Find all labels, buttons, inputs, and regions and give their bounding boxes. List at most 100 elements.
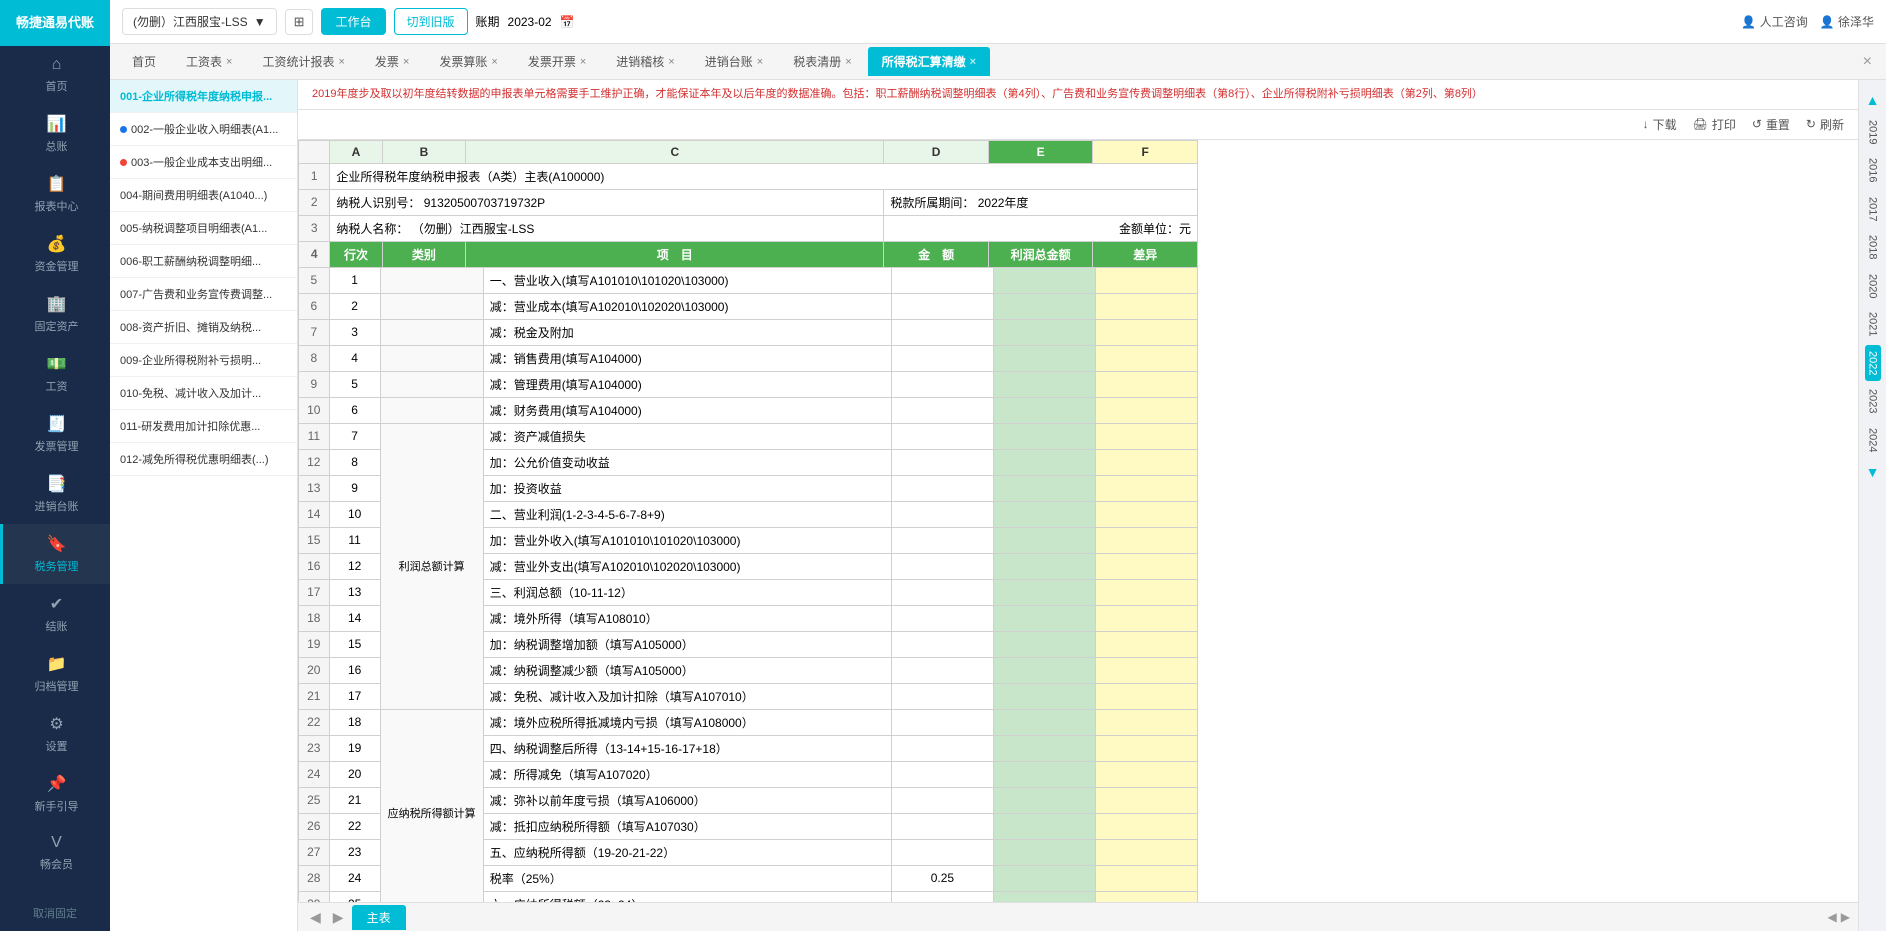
profit-cell[interactable] [993, 553, 1095, 579]
switch-old-button[interactable]: 切到旧版 [394, 8, 468, 35]
profit-cell[interactable] [993, 579, 1095, 605]
tab-payroll[interactable]: 工资表× [172, 47, 246, 76]
amount-cell[interactable] [891, 631, 993, 657]
diff-cell[interactable] [1095, 891, 1197, 902]
sidebar-item-settings[interactable]: ⚙ 设置 [0, 704, 110, 764]
diff-cell[interactable] [1095, 813, 1197, 839]
tab-sales-audit[interactable]: 进销稽核× [602, 47, 688, 76]
diff-cell[interactable] [1095, 839, 1197, 865]
diff-cell[interactable] [1095, 657, 1197, 683]
amount-cell[interactable] [891, 683, 993, 709]
reset-button[interactable]: ↺ 重置 [1752, 116, 1790, 133]
diff-cell[interactable] [1095, 865, 1197, 891]
table-row[interactable]: 117利润总额计算减：资产减值损失 [299, 423, 1198, 449]
print-icon-button[interactable]: ⊞ [285, 9, 314, 35]
diff-cell[interactable] [1095, 449, 1197, 475]
diff-cell[interactable] [1095, 293, 1197, 319]
amount-cell[interactable] [891, 475, 993, 501]
year-2017[interactable]: 2017 [1865, 191, 1881, 227]
sidebar-item-payroll[interactable]: 💵 工资 [0, 344, 110, 404]
tab-invoice-open[interactable]: 发票开票× [514, 47, 600, 76]
year-down-arrow[interactable]: ▼ [1862, 460, 1884, 484]
profit-cell[interactable] [993, 397, 1095, 423]
sidebar-item-asset[interactable]: 🏢 固定资产 [0, 284, 110, 344]
amount-cell[interactable] [891, 397, 993, 423]
tab-home[interactable]: 首页 [118, 47, 170, 76]
profit-cell[interactable] [993, 631, 1095, 657]
profit-cell[interactable] [993, 423, 1095, 449]
tab-close-icon[interactable]: × [757, 56, 763, 68]
list-item-012[interactable]: 012-减免所得税优惠明细表(...) [110, 443, 297, 476]
sheet-nav-right[interactable]: ▶ [329, 909, 348, 926]
profit-cell[interactable] [993, 709, 1095, 735]
tab-invoice[interactable]: 发票× [361, 47, 423, 76]
list-item-007[interactable]: 007-广告费和业务宣传费调整... [110, 278, 297, 311]
diff-cell[interactable] [1095, 709, 1197, 735]
list-item-005[interactable]: 005-纳税调整项目明细表(A1... [110, 212, 297, 245]
table-row[interactable]: 84减：销售费用(填写A104000) [299, 345, 1198, 371]
profit-cell[interactable] [993, 449, 1095, 475]
year-2020[interactable]: 2020 [1865, 268, 1881, 304]
diff-cell[interactable] [1095, 501, 1197, 527]
diff-cell[interactable] [1095, 631, 1197, 657]
diff-cell[interactable] [1095, 527, 1197, 553]
amount-cell[interactable] [891, 839, 993, 865]
table-row[interactable]: 106减：财务费用(填写A104000) [299, 397, 1198, 423]
tab-invoice-calc[interactable]: 发票算账× [425, 47, 511, 76]
download-button[interactable]: ↓ 下载 [1643, 116, 1677, 133]
amount-cell[interactable] [891, 319, 993, 345]
amount-cell[interactable] [891, 787, 993, 813]
list-item-009[interactable]: 009-企业所得税附补亏损明... [110, 344, 297, 377]
tab-close-icon[interactable]: × [226, 56, 232, 68]
refresh-button[interactable]: ↻ 刷新 [1806, 116, 1844, 133]
profit-cell[interactable] [993, 267, 1095, 293]
sidebar-item-guide[interactable]: 📌 新手引导 [0, 764, 110, 824]
diff-cell[interactable] [1095, 423, 1197, 449]
diff-cell[interactable] [1095, 345, 1197, 371]
profit-cell[interactable] [993, 839, 1095, 865]
amount-cell[interactable] [891, 293, 993, 319]
amount-cell[interactable] [891, 813, 993, 839]
diff-cell[interactable] [1095, 475, 1197, 501]
tab-close-icon[interactable]: × [845, 56, 851, 68]
sidebar-item-sales[interactable]: 📑 进销台账 [0, 464, 110, 524]
amount-cell[interactable] [891, 527, 993, 553]
profit-cell[interactable] [993, 735, 1095, 761]
profit-cell[interactable] [993, 475, 1095, 501]
user-name[interactable]: 👤 徐泽华 [1820, 13, 1874, 30]
table-row[interactable]: 73减：税金及附加 [299, 319, 1198, 345]
amount-cell[interactable] [891, 423, 993, 449]
profit-cell[interactable] [993, 319, 1095, 345]
sidebar-item-tax[interactable]: 🔖 税务管理 [0, 524, 110, 584]
workstation-button[interactable]: 工作台 [321, 8, 385, 35]
sidebar-item-capital[interactable]: 💰 资金管理 [0, 224, 110, 284]
company-selector[interactable]: (勿删）江西服宝-LSS ▼ [122, 8, 277, 35]
amount-cell[interactable] [891, 267, 993, 293]
diff-cell[interactable] [1095, 683, 1197, 709]
sidebar-item-member[interactable]: V 畅会员 [0, 824, 110, 882]
profit-cell[interactable] [993, 527, 1095, 553]
sidebar-item-ledger[interactable]: 📊 总账 [0, 104, 110, 164]
profit-cell[interactable] [993, 605, 1095, 631]
year-2023[interactable]: 2023 [1865, 383, 1881, 419]
amount-cell[interactable] [891, 761, 993, 787]
list-item-004[interactable]: 004-期间费用明细表(A1040...) [110, 179, 297, 212]
scroll-right-icon[interactable]: ▶ [1841, 910, 1850, 924]
sheet-nav-left[interactable]: ◀ [306, 909, 325, 926]
table-row[interactable]: 62减：营业成本(填写A102010\102020\103000) [299, 293, 1198, 319]
tab-sales-ledger[interactable]: 进销台账× [691, 47, 777, 76]
tab-close-icon[interactable]: × [668, 56, 674, 68]
sidebar-item-home[interactable]: ⌂ 首页 [0, 46, 110, 104]
profit-cell[interactable] [993, 891, 1095, 902]
diff-cell[interactable] [1095, 787, 1197, 813]
profit-cell[interactable] [993, 501, 1095, 527]
diff-cell[interactable] [1095, 397, 1197, 423]
scroll-left-icon[interactable]: ◀ [1828, 910, 1837, 924]
profit-cell[interactable] [993, 683, 1095, 709]
ai-consult[interactable]: 👤 人工咨询 [1741, 13, 1807, 30]
table-row[interactable]: 2218应纳税所得额计算减：境外应税所得抵减境内亏损（填写A108000） [299, 709, 1198, 735]
calendar-icon[interactable]: 📅 [560, 15, 575, 29]
amount-cell[interactable] [891, 579, 993, 605]
amount-cell[interactable] [891, 449, 993, 475]
diff-cell[interactable] [1095, 267, 1197, 293]
